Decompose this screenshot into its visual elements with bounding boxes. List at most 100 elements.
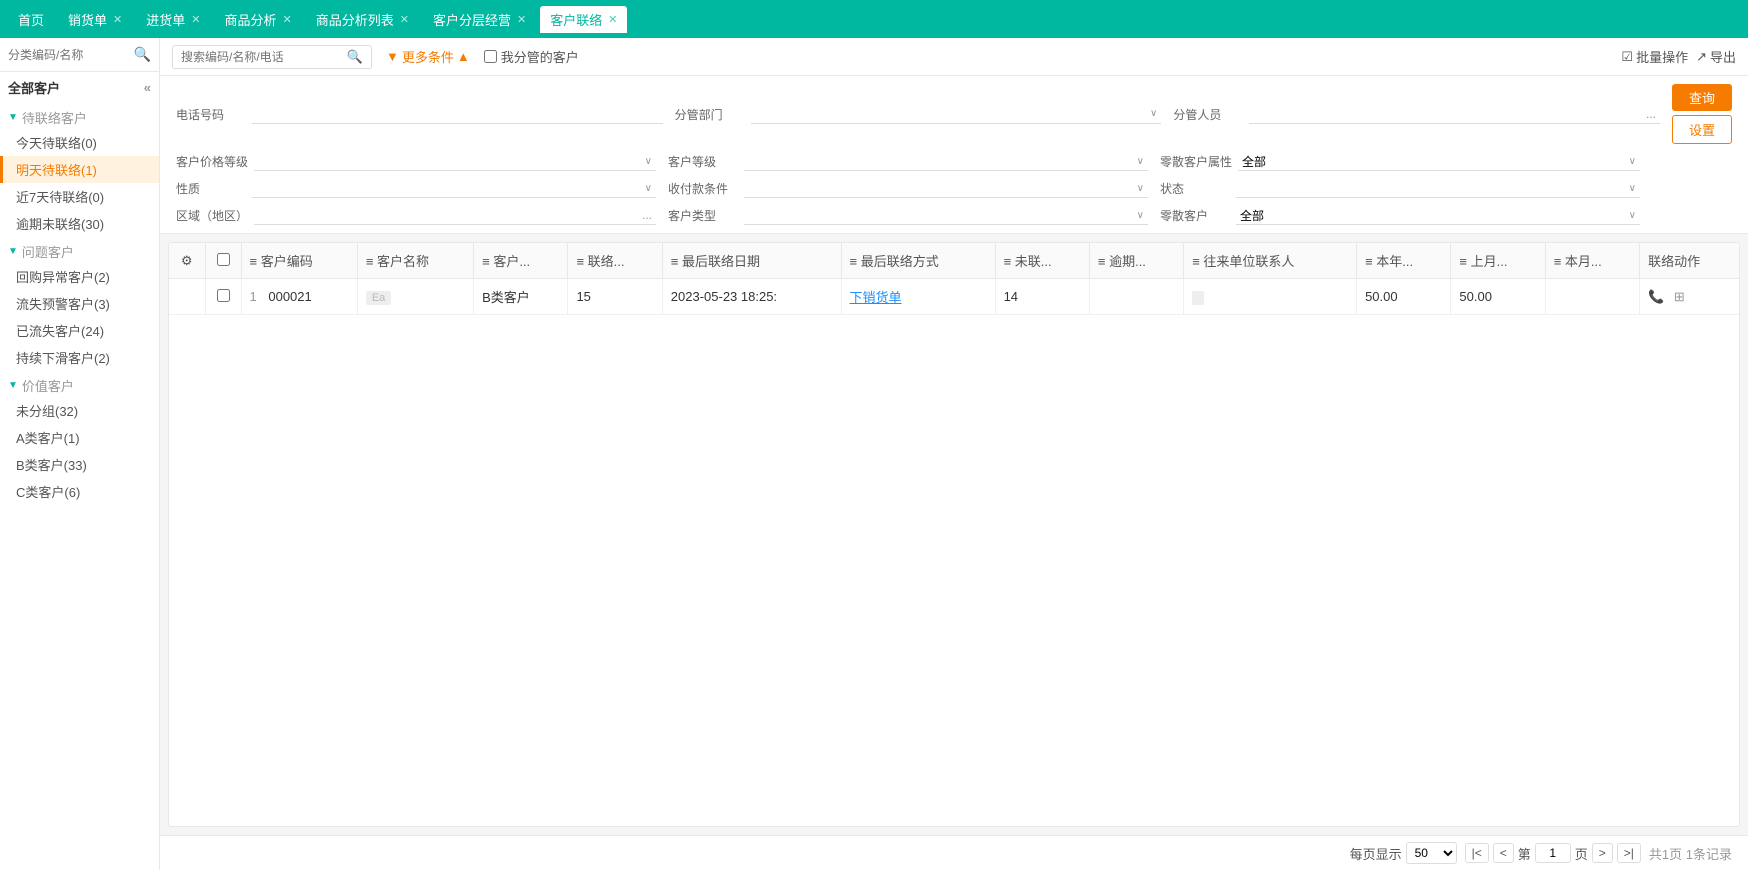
collapse-icon[interactable]: «	[144, 80, 151, 95]
person-select[interactable]: ...	[1249, 105, 1660, 124]
chevron-down-icon: ∨	[645, 156, 652, 167]
dots-icon[interactable]: ...	[642, 208, 652, 222]
row-last-date-cell: 2023-05-23 18:25:	[662, 279, 841, 315]
col-no-contact-header: ≡ 未联...	[995, 243, 1089, 279]
nav-item-purchase[interactable]: 进货单 ✕	[136, 6, 210, 33]
page-size-select[interactable]: 50 100 200	[1406, 842, 1457, 864]
more-action-icon[interactable]: ⊞	[1674, 289, 1685, 304]
filter-payment: 收付款条件 ∨	[668, 179, 1148, 198]
customer-type-input[interactable]	[748, 208, 1137, 222]
row-name-cell: Ea	[357, 279, 473, 315]
more-filter-button[interactable]: ▼ 更多条件 ▲	[380, 44, 476, 69]
sidebar-search-input[interactable]	[8, 48, 130, 62]
row-last-method-cell[interactable]: 下销货单	[841, 279, 995, 315]
sidebar-item-7days-contact[interactable]: 近7天待联络(0)	[0, 183, 159, 210]
filter-retail-attr: 零散客户属性 ∨	[1160, 152, 1640, 171]
last-page-button[interactable]: >|	[1617, 843, 1641, 863]
nature-input[interactable]	[256, 181, 645, 195]
nav-item-product-analysis[interactable]: 商品分析 ✕	[214, 6, 301, 33]
dots-icon[interactable]: ...	[1646, 107, 1656, 121]
close-icon[interactable]: ✕	[113, 13, 122, 26]
checkbox-icon: ☑	[1621, 49, 1633, 65]
status-input[interactable]	[1240, 181, 1629, 195]
price-level-select[interactable]: ∨	[254, 152, 656, 171]
sidebar-item-class-b[interactable]: B类客户(33)	[0, 451, 159, 478]
person-input[interactable]	[1253, 107, 1646, 121]
filter-row-1: 电话号码 分管部门 ∨ 分管人员 ...	[176, 84, 1732, 144]
nav-item-customer-tier[interactable]: 客户分层经营 ✕	[423, 6, 536, 33]
retail-customer-select[interactable]: ∨	[1236, 206, 1640, 225]
group-value-customers[interactable]: 价值客户	[0, 371, 159, 397]
col-last-date-header: ≡ 最后联络日期	[662, 243, 841, 279]
sidebar-item-tomorrow-contact[interactable]: 明天待联络(1)	[0, 156, 159, 183]
status-select[interactable]: ∨	[1236, 179, 1640, 198]
dept-input[interactable]	[755, 107, 1150, 121]
sidebar-item-class-c[interactable]: C类客户(6)	[0, 478, 159, 505]
payment-input[interactable]	[748, 181, 1137, 195]
export-button[interactable]: ↗ 导出	[1696, 47, 1736, 66]
chevron-down-icon: ∨	[645, 183, 652, 194]
phone-action-icon[interactable]: 📞	[1648, 289, 1664, 304]
retail-attr-input[interactable]	[1242, 154, 1629, 168]
sidebar-item-class-a[interactable]: A类客户(1)	[0, 424, 159, 451]
sidebar-item-declining[interactable]: 持续下滑客户(2)	[0, 344, 159, 371]
sidebar-item-today-contact[interactable]: 今天待联络(0)	[0, 129, 159, 156]
last-method-link[interactable]: 下销货单	[850, 290, 902, 305]
row-this-month-cell	[1545, 279, 1639, 315]
region-input[interactable]	[258, 208, 642, 222]
nav-item-home[interactable]: 首页	[8, 6, 54, 33]
sidebar-search-icon[interactable]: 🔍	[134, 46, 151, 63]
sidebar-item-churn-warning[interactable]: 流失预警客户(3)	[0, 290, 159, 317]
payment-select[interactable]: ∨	[744, 179, 1148, 198]
col-action-header: 联络动作	[1640, 243, 1739, 279]
query-button[interactable]: 查询	[1672, 84, 1732, 111]
search-input[interactable]	[181, 50, 343, 64]
row-checkbox[interactable]	[217, 289, 230, 302]
close-icon[interactable]: ✕	[517, 13, 526, 26]
nature-select[interactable]: ∨	[252, 179, 656, 198]
region-select[interactable]: ...	[254, 206, 656, 225]
col-last-month-header: ≡ 上月...	[1451, 243, 1545, 279]
nav-item-product-list[interactable]: 商品分析列表 ✕	[306, 6, 419, 33]
first-page-button[interactable]: |<	[1465, 843, 1489, 863]
nav-item-customer-contact[interactable]: 客户联络 ✕	[540, 6, 627, 33]
select-all-checkbox[interactable]	[217, 253, 230, 266]
customer-level-select[interactable]: ∨	[744, 152, 1148, 171]
sidebar-item-ungrouped[interactable]: 未分组(32)	[0, 397, 159, 424]
sidebar-item-repurchase-abnormal[interactable]: 回购异常客户(2)	[0, 263, 159, 290]
my-customer-checkbox[interactable]	[484, 50, 497, 63]
phone-input[interactable]	[252, 105, 663, 124]
col-settings-header[interactable]: ⚙	[169, 243, 205, 279]
export-icon: ↗	[1696, 49, 1707, 65]
col-overdue-header: ≡ 逾期...	[1089, 243, 1183, 279]
batch-operation-button[interactable]: ☑ 批量操作	[1621, 47, 1688, 66]
next-page-button[interactable]: >	[1592, 843, 1613, 863]
table-row: 1 000021 Ea B类客户 15 2023-05-23 18:25: 下销…	[169, 279, 1739, 315]
customer-level-input[interactable]	[748, 154, 1137, 168]
sidebar-item-overdue-contact[interactable]: 逾期未联络(30)	[0, 210, 159, 237]
all-customers-header[interactable]: 全部客户 «	[0, 72, 159, 103]
nav-item-sales[interactable]: 销货单 ✕	[58, 6, 132, 33]
prev-page-button[interactable]: <	[1493, 843, 1514, 863]
sidebar-item-churned[interactable]: 已流失客户(24)	[0, 317, 159, 344]
col-contact-count-header: ≡ 联络...	[568, 243, 662, 279]
group-pending-contact[interactable]: 待联络客户	[0, 103, 159, 129]
price-level-input[interactable]	[258, 154, 645, 168]
row-last-month-cell: 50.00	[1451, 279, 1545, 315]
group-problem-customers[interactable]: 问题客户	[0, 237, 159, 263]
settings-button[interactable]: 设置	[1672, 115, 1732, 144]
retail-attr-select[interactable]: ∨	[1238, 152, 1640, 171]
dept-select[interactable]: ∨	[751, 105, 1162, 124]
my-customer-checkbox-label[interactable]: 我分管的客户	[484, 47, 579, 66]
close-icon[interactable]: ✕	[191, 13, 200, 26]
close-icon[interactable]: ✕	[608, 13, 617, 26]
filter-customer-level: 客户等级 ∨	[668, 152, 1148, 171]
close-icon[interactable]: ✕	[400, 13, 409, 26]
page-number-input[interactable]	[1535, 843, 1571, 863]
search-icon[interactable]: 🔍	[347, 49, 363, 65]
row-settings-cell	[169, 279, 205, 315]
customer-type-select[interactable]: ∨	[744, 206, 1148, 225]
retail-customer-input[interactable]	[1240, 208, 1629, 222]
close-icon[interactable]: ✕	[283, 13, 292, 26]
row-code-cell: 1 000021	[241, 279, 357, 315]
